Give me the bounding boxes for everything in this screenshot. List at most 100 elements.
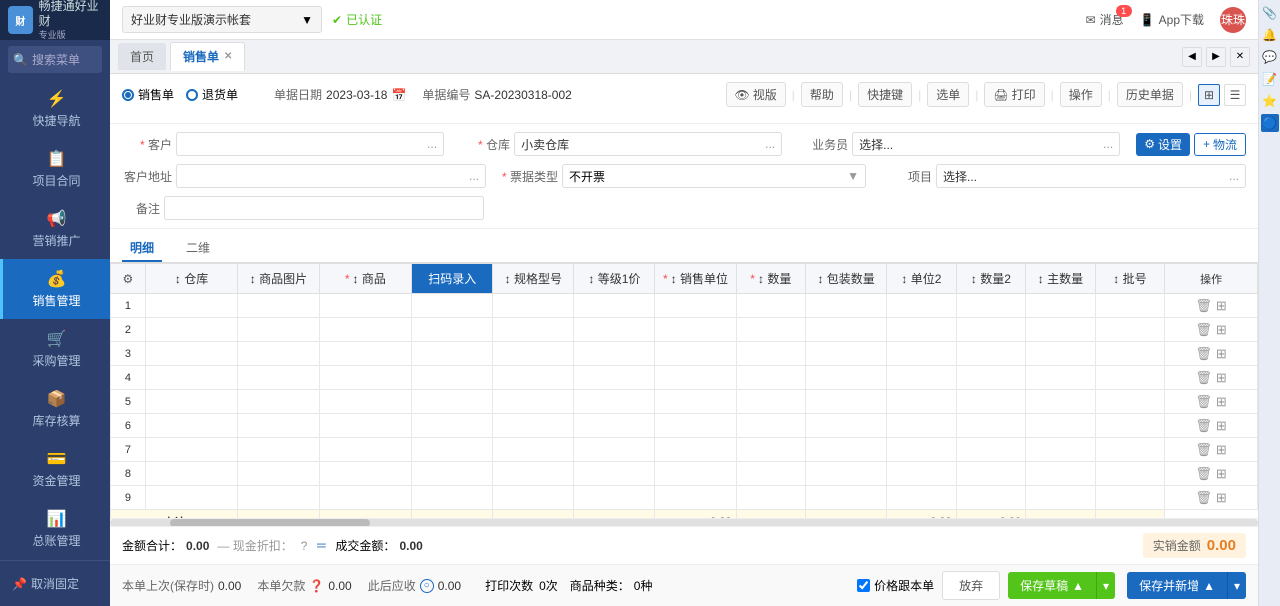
sidebar-item-ledger[interactable]: 📊 总账管理 <box>0 499 110 559</box>
table-cell[interactable] <box>574 462 655 486</box>
table-cell[interactable] <box>238 462 319 486</box>
sidebar-item-purchase[interactable]: 🛒 采购管理 <box>0 319 110 379</box>
toolbar-ops-btn[interactable]: 操作 <box>1060 82 1102 107</box>
table-cell[interactable] <box>806 390 887 414</box>
table-cell[interactable] <box>493 390 574 414</box>
tab-prev-button[interactable]: ◀ <box>1182 47 1202 67</box>
delete-icon[interactable]: 🗑 <box>1195 442 1212 458</box>
customer-dots[interactable]: ... <box>427 137 437 151</box>
table-cell[interactable] <box>736 486 806 510</box>
table-cell[interactable] <box>655 318 736 342</box>
toolbar-print-btn[interactable]: 🖨 打印 <box>984 82 1044 107</box>
table-cell[interactable] <box>1095 414 1165 438</box>
table-cell[interactable] <box>806 438 887 462</box>
table-cell[interactable] <box>493 318 574 342</box>
sidebar-item-sales[interactable]: 💰 销售管理 <box>0 259 110 319</box>
table-cell[interactable] <box>806 414 887 438</box>
table-cell[interactable] <box>956 390 1026 414</box>
company-selector[interactable]: 好业财专业版演示帐套 ▼ <box>122 6 322 33</box>
table-cell[interactable] <box>493 342 574 366</box>
table-cell[interactable] <box>655 414 736 438</box>
table-cell[interactable] <box>736 366 806 390</box>
notes-input[interactable] <box>164 196 484 220</box>
table-scrollbar[interactable] <box>110 518 1258 526</box>
table-cell[interactable] <box>887 294 957 318</box>
user-avatar[interactable]: 珠珠 <box>1220 7 1246 33</box>
table-cell[interactable] <box>806 294 887 318</box>
table-cell[interactable] <box>655 390 736 414</box>
table-cell[interactable] <box>956 438 1026 462</box>
table-cell[interactable] <box>1026 486 1096 510</box>
table-cell[interactable] <box>412 390 493 414</box>
project-input[interactable]: 选择... ... <box>936 164 1246 188</box>
table-cell[interactable] <box>412 462 493 486</box>
sidebar-search[interactable]: 🔍 搜索菜单 <box>0 40 110 79</box>
table-cell[interactable] <box>574 342 655 366</box>
table-row[interactable]: 8🗑⊞ <box>111 462 1258 486</box>
table-cell[interactable] <box>736 462 806 486</box>
table-cell[interactable] <box>1095 318 1165 342</box>
table-cell[interactable] <box>956 294 1026 318</box>
copy-icon[interactable]: ⊞ <box>1216 298 1227 314</box>
table-cell[interactable] <box>319 438 412 462</box>
table-row[interactable]: 1🗑⊞ <box>111 294 1258 318</box>
table-cell[interactable] <box>238 414 319 438</box>
help-icon[interactable]: ? <box>301 539 308 553</box>
table-cell[interactable] <box>412 486 493 510</box>
table-cell[interactable] <box>956 366 1026 390</box>
table-cell[interactable] <box>655 486 736 510</box>
radio-sales-order[interactable]: 销售单 <box>122 86 174 103</box>
table-cell[interactable] <box>493 486 574 510</box>
table-cell[interactable] <box>319 366 412 390</box>
scroll-thumb[interactable] <box>170 519 370 526</box>
save-draft-button[interactable]: 保存草稿 ▲ <box>1008 572 1096 599</box>
th-settings[interactable]: ⚙ <box>111 264 146 294</box>
table-cell[interactable] <box>412 438 493 462</box>
table-cell[interactable] <box>655 438 736 462</box>
table-cell[interactable] <box>574 318 655 342</box>
table-cell[interactable] <box>1026 462 1096 486</box>
price-checkbox[interactable]: 价格跟本单 <box>857 577 934 594</box>
table-row[interactable]: 2🗑⊞ <box>111 318 1258 342</box>
settings-icon[interactable]: ⚙ <box>122 272 133 286</box>
table-cell[interactable] <box>806 342 887 366</box>
table-cell[interactable] <box>493 462 574 486</box>
table-cell[interactable] <box>238 342 319 366</box>
table-cell[interactable] <box>655 462 736 486</box>
unpin-button[interactable]: 📌 取消固定 <box>8 569 102 598</box>
address-dots[interactable]: ... <box>469 169 479 183</box>
table-cell[interactable] <box>319 342 412 366</box>
table-row[interactable]: 7🗑⊞ <box>111 438 1258 462</box>
table-cell[interactable] <box>655 366 736 390</box>
table-cell[interactable] <box>145 486 238 510</box>
delete-icon[interactable]: 🗑 <box>1195 418 1212 434</box>
right-mini-btn-3[interactable]: 💬 <box>1261 48 1279 66</box>
table-cell[interactable] <box>145 438 238 462</box>
warehouse-dots[interactable]: ... <box>765 137 775 151</box>
table-cell[interactable] <box>887 318 957 342</box>
table-cell[interactable] <box>806 366 887 390</box>
tab-close-icon[interactable]: ✕ <box>224 51 232 62</box>
table-cell[interactable] <box>736 342 806 366</box>
table-row[interactable]: 9🗑⊞ <box>111 486 1258 510</box>
table-cell[interactable] <box>736 390 806 414</box>
table-cell[interactable] <box>956 318 1026 342</box>
grid-view-btn[interactable]: ⊞ <box>1198 84 1220 106</box>
date-value[interactable]: 2023-03-18 <box>326 88 387 102</box>
table-cell[interactable] <box>238 438 319 462</box>
table-row[interactable]: 5🗑⊞ <box>111 390 1258 414</box>
table-cell[interactable] <box>1095 294 1165 318</box>
address-input[interactable]: ... <box>176 164 486 188</box>
copy-icon[interactable]: ⊞ <box>1216 442 1227 458</box>
table-cell[interactable] <box>145 414 238 438</box>
tab-detail[interactable]: 明细 <box>122 235 162 262</box>
table-cell[interactable] <box>956 342 1026 366</box>
tab-home[interactable]: 首页 <box>118 43 166 70</box>
table-cell[interactable] <box>493 438 574 462</box>
sidebar-item-funds[interactable]: 💳 资金管理 <box>0 439 110 499</box>
customer-input[interactable]: ... <box>176 132 444 156</box>
table-cell[interactable] <box>145 462 238 486</box>
table-cell[interactable] <box>806 486 887 510</box>
table-cell[interactable] <box>574 438 655 462</box>
tab-next-button[interactable]: ▶ <box>1206 47 1226 67</box>
